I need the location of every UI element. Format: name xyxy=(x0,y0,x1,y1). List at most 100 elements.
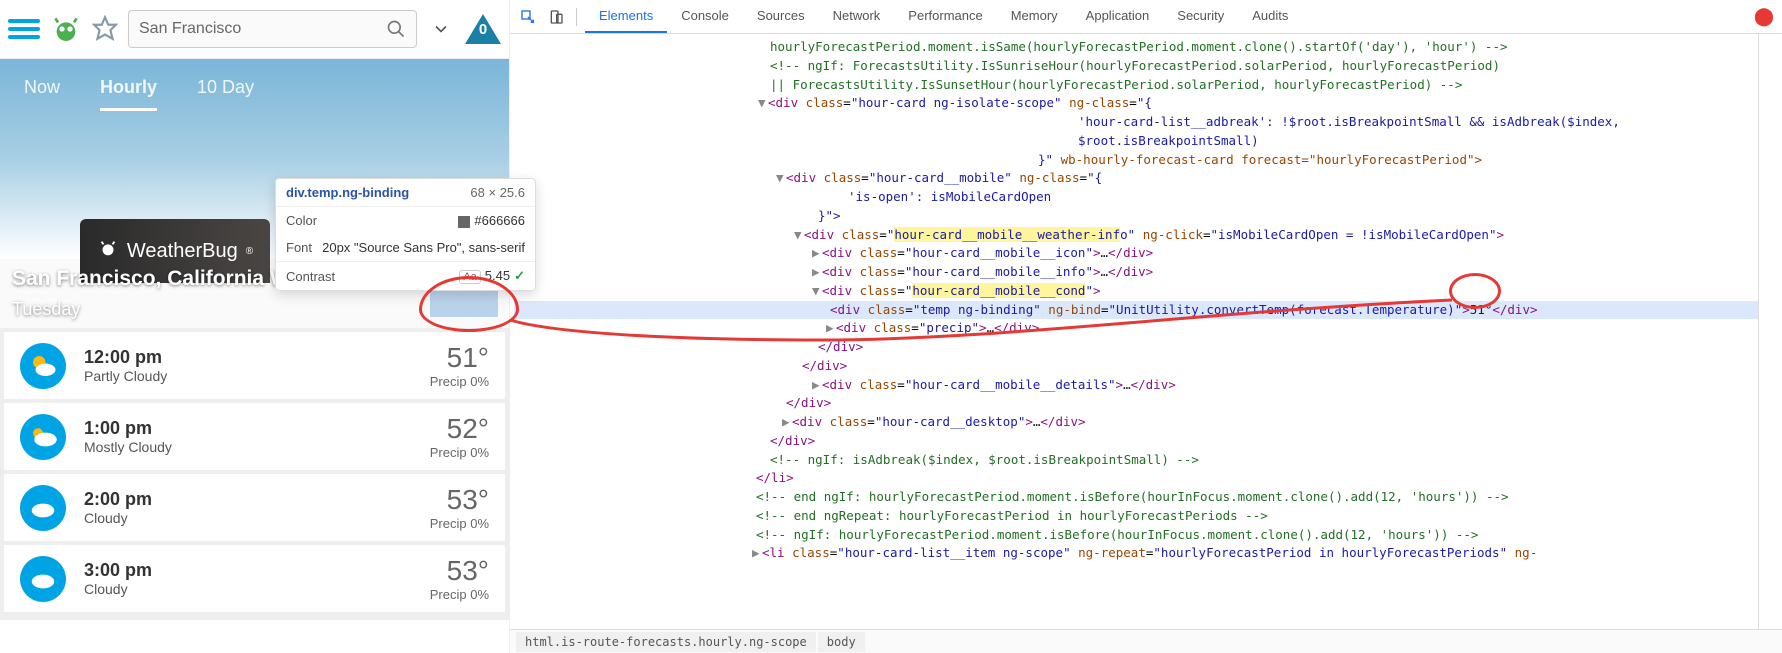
tooltip-color-label: Color xyxy=(286,213,317,228)
color-swatch-icon xyxy=(458,216,470,228)
bug-icon xyxy=(97,237,119,265)
contrast-aa-badge: Aa xyxy=(459,270,480,284)
dom-node[interactable]: ▼<div class="hour-card__mobile__weather-… xyxy=(514,226,1782,245)
tooltip-dimensions: 68 × 25.6 xyxy=(470,185,525,200)
favorite-star-icon[interactable] xyxy=(92,15,120,43)
dom-node[interactable]: ▶<div class="hour-card__mobile__info">…<… xyxy=(514,263,1782,282)
dom-node[interactable]: <!-- ngIf: hourlyForecastPeriod.moment.i… xyxy=(514,526,1782,545)
dom-tree[interactable]: hourlyForecastPeriod.moment.isSame(hourl… xyxy=(510,34,1782,627)
devtools-tabs: Elements Console Sources Network Perform… xyxy=(585,0,1302,33)
hour-temp: 51° xyxy=(430,342,489,374)
weather-icon-mostly-cloudy xyxy=(20,414,66,460)
dom-node[interactable]: }" wb-hourly-forecast-card forecast="hou… xyxy=(514,151,1782,170)
hour-time: 1:00 pm xyxy=(84,418,430,439)
dom-node[interactable]: hourlyForecastPeriod.moment.isSame(hourl… xyxy=(514,38,1782,57)
weather-icon-cloudy xyxy=(20,556,66,602)
dom-node[interactable]: ▶<div class="precip">…</div> xyxy=(514,319,1782,338)
weather-icon-cloudy xyxy=(20,485,66,531)
inspector-tooltip: div.temp.ng-binding 68 × 25.6 Color #666… xyxy=(275,178,536,291)
app-preview-pane: 0 Now Hourly 10 Day WeatherBug ® San Fra… xyxy=(0,0,510,653)
forecast-tabs: Now Hourly 10 Day xyxy=(0,59,509,111)
devtools-tab-memory[interactable]: Memory xyxy=(997,0,1072,33)
dom-node[interactable]: 'hour-card-list__adbreak': !$root.isBrea… xyxy=(514,113,1782,151)
dom-node[interactable]: </div> xyxy=(514,432,1782,451)
hour-condition: Mostly Cloudy xyxy=(84,439,430,455)
hour-precip: Precip 0% xyxy=(430,516,489,531)
dom-node[interactable]: ▼<div class="hour-card__mobile" ng-class… xyxy=(514,169,1782,188)
checkmark-icon: ✓ xyxy=(514,268,525,283)
element-highlight-overlay xyxy=(430,291,498,317)
app-header: 0 xyxy=(0,0,509,59)
dom-node[interactable]: <!-- ngIf: ForecastsUtility.IsSunriseHou… xyxy=(514,57,1782,95)
dom-node[interactable]: ▼<div class="hour-card__mobile__cond"> xyxy=(514,282,1782,301)
dom-node[interactable]: ▼<div class="hour-card ng-isolate-scope"… xyxy=(514,94,1782,113)
alert-badge[interactable]: 0 xyxy=(465,14,501,44)
dom-node[interactable]: <!-- end ngIf: hourlyForecastPeriod.mome… xyxy=(514,488,1782,507)
dom-node[interactable]: ▶<div class="hour-card__mobile__icon">…<… xyxy=(514,244,1782,263)
hour-condition: Cloudy xyxy=(84,510,430,526)
dom-node[interactable]: <!-- end ngRepeat: hourlyForecastPeriod … xyxy=(514,507,1782,526)
tooltip-font-value: 20px "Source Sans Pro", sans-serif xyxy=(322,240,525,255)
hour-precip: Precip 0% xyxy=(430,587,489,602)
hour-temp: 53° xyxy=(430,555,489,587)
breadcrumb-item[interactable]: body xyxy=(818,632,865,652)
hour-time: 12:00 pm xyxy=(84,347,430,368)
devtools-tab-console[interactable]: Console xyxy=(667,0,743,33)
hour-time: 3:00 pm xyxy=(84,560,430,581)
devtools-tab-application[interactable]: Application xyxy=(1072,0,1164,33)
tooltip-font-label: Font xyxy=(286,240,312,255)
hour-card[interactable]: 2:00 pm Cloudy 53° Precip 0% xyxy=(4,474,505,541)
devtools-tab-sources[interactable]: Sources xyxy=(743,0,819,33)
hour-precip: Precip 0% xyxy=(430,445,489,460)
hour-temp: 52° xyxy=(430,413,489,445)
dom-node[interactable]: </div> xyxy=(514,394,1782,413)
dom-node[interactable]: ▶<div class="hour-card__desktop">…</div> xyxy=(514,413,1782,432)
tooltip-contrast-value: Aa5.45✓ xyxy=(459,268,525,284)
hour-condition: Cloudy xyxy=(84,581,430,597)
tab-now[interactable]: Now xyxy=(24,77,60,111)
devtools-tab-performance[interactable]: Performance xyxy=(894,0,996,33)
registered-icon: ® xyxy=(246,246,253,257)
hour-card[interactable]: 1:00 pm Mostly Cloudy 52° Precip 0% xyxy=(4,403,505,470)
devtools-tab-network[interactable]: Network xyxy=(819,0,895,33)
dom-node[interactable]: ▶<li class="hour-card-list__item ng-scop… xyxy=(514,544,1782,563)
dom-breadcrumb[interactable]: html.is-route-forecasts.hourly.ng-scope … xyxy=(510,629,1782,653)
devtools-tab-elements[interactable]: Elements xyxy=(585,0,667,33)
hamburger-menu-icon[interactable] xyxy=(8,13,40,45)
close-icon[interactable]: ⬤ xyxy=(1754,6,1774,27)
hour-card[interactable]: 3:00 pm Cloudy 53° Precip 0% xyxy=(4,545,505,612)
hour-card[interactable]: 12:00 pm Partly Cloudy 51° Precip 0% xyxy=(4,332,505,399)
tooltip-color-value: #666666 xyxy=(458,213,525,228)
search-icon[interactable] xyxy=(386,19,406,39)
chevron-down-icon[interactable] xyxy=(431,19,451,39)
brand-name: WeatherBug xyxy=(127,240,238,263)
device-toolbar-icon[interactable] xyxy=(544,5,568,29)
dom-node-selected[interactable]: <div class="temp ng-binding" ng-bind="Un… xyxy=(514,301,1782,320)
devtools-toolbar: Elements Console Sources Network Perform… xyxy=(510,0,1782,34)
tab-hourly[interactable]: Hourly xyxy=(100,77,157,111)
weather-icon-partly-cloudy xyxy=(20,343,66,389)
breadcrumb-item[interactable]: html.is-route-forecasts.hourly.ng-scope xyxy=(516,632,816,652)
hour-precip: Precip 0% xyxy=(430,374,489,389)
tooltip-selector: div.temp.ng-binding xyxy=(286,185,409,200)
inspect-element-icon[interactable] xyxy=(516,5,540,29)
dom-node[interactable]: }"> xyxy=(514,207,1782,226)
weatherbug-logo-icon[interactable] xyxy=(48,11,84,47)
hour-temp: 53° xyxy=(430,484,489,516)
tab-10day[interactable]: 10 Day xyxy=(197,77,254,111)
devtools-tab-audits[interactable]: Audits xyxy=(1238,0,1302,33)
devtools-tab-security[interactable]: Security xyxy=(1163,0,1238,33)
tooltip-contrast-label: Contrast xyxy=(286,269,335,284)
dom-node[interactable]: </div> xyxy=(514,338,1782,357)
hour-condition: Partly Cloudy xyxy=(84,368,430,384)
dom-node[interactable]: </div> xyxy=(514,357,1782,376)
hourly-forecast-list: 12:00 pm Partly Cloudy 51° Precip 0% 1:0… xyxy=(0,328,509,620)
devtools-side-panel[interactable] xyxy=(1758,34,1782,629)
dom-node[interactable]: <!-- ngIf: isAdbreak($index, $root.isBre… xyxy=(514,451,1782,470)
dom-node[interactable]: 'is-open': isMobileCardOpen xyxy=(514,188,1782,207)
dom-node[interactable]: ▶<div class="hour-card__mobile__details"… xyxy=(514,376,1782,395)
search-box[interactable] xyxy=(128,10,417,48)
search-input[interactable] xyxy=(139,20,386,38)
devtools-pane: Elements Console Sources Network Perform… xyxy=(510,0,1782,653)
dom-node[interactable]: </li> xyxy=(514,469,1782,488)
